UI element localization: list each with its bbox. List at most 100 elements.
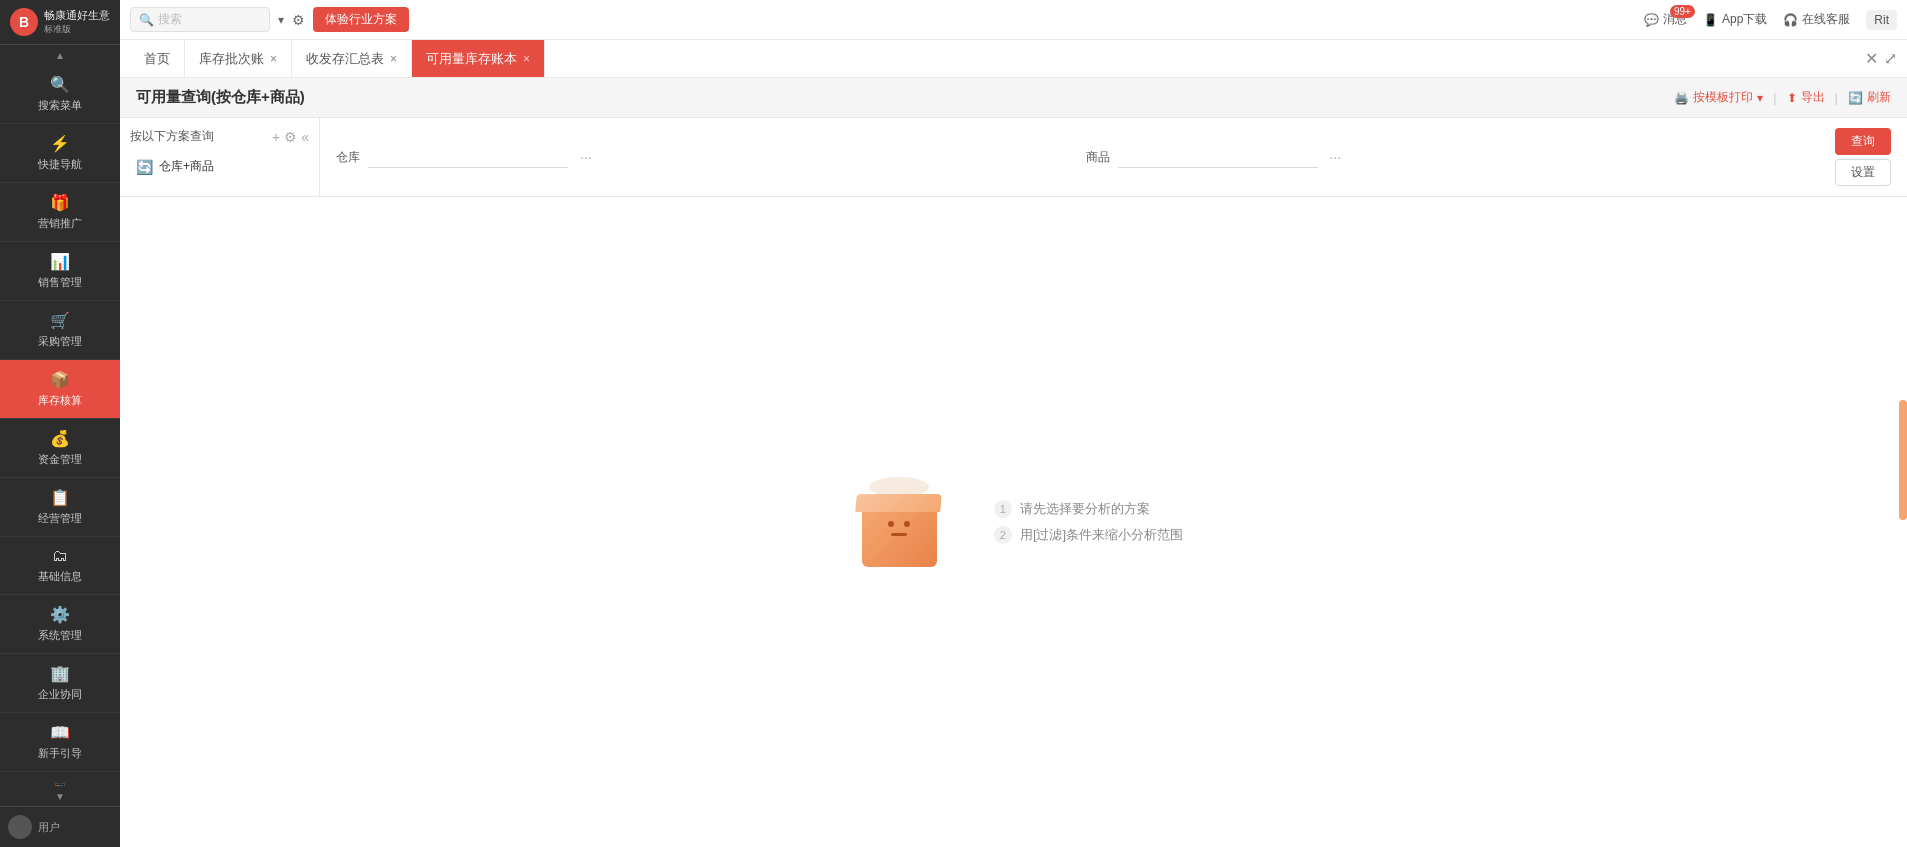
- topbar-search[interactable]: 🔍 搜索: [130, 7, 270, 32]
- page-header: 可用量查询(按仓库+商品) 🖨️ 按模板打印 ▾ | ⬆ 导出 | 🔄 刷新: [120, 78, 1907, 118]
- sales-icon: 📊: [50, 252, 70, 271]
- sidebar-item-finance[interactable]: 💰 资金管理: [0, 419, 120, 478]
- phone-icon: 📱: [1703, 13, 1718, 27]
- main-area: 🔍 搜索 ▾ ⚙ 体验行业方案 💬 消息 99+ 📱 App下载 🎧 在线客服 …: [120, 0, 1907, 847]
- msg-icon: 💬: [1644, 13, 1659, 27]
- filter-left-header: 按以下方案查询 + ⚙ «: [130, 128, 309, 145]
- filter-settings-btn[interactable]: ⚙: [284, 129, 297, 145]
- logo-text: 畅康通好生意: [44, 8, 110, 22]
- hint-text-2: 用[过滤]条件来缩小分析范围: [1020, 526, 1183, 544]
- warehouse-dots-btn[interactable]: ···: [580, 149, 592, 165]
- app-download-label: App下载: [1722, 11, 1767, 28]
- inventory-label: 库存核算: [38, 393, 82, 408]
- tab-receive_summary[interactable]: 收发存汇总表 ×: [292, 40, 412, 77]
- empty-hint: 1 请先选择要分析的方案 2 用[过滤]条件来缩小分析范围: [994, 500, 1183, 544]
- sidebar-item-marketing_promo[interactable]: 🎁 营销推广: [0, 183, 120, 242]
- tab-close-available_ledger[interactable]: ×: [523, 52, 530, 66]
- tab-label-available_ledger: 可用量库存账本: [426, 50, 517, 68]
- search-label: 搜索菜单: [38, 98, 82, 113]
- tab-label-home: 首页: [144, 50, 170, 68]
- export-btn[interactable]: ⬆ 导出: [1787, 89, 1825, 106]
- finance-icon: 💰: [50, 429, 70, 448]
- marketing_promo-icon: 🎁: [50, 193, 70, 212]
- sidebar-item-system[interactable]: ⚙️ 系统管理: [0, 595, 120, 654]
- topbar: 🔍 搜索 ▾ ⚙ 体验行业方案 💬 消息 99+ 📱 App下载 🎧 在线客服 …: [120, 0, 1907, 40]
- tab-batch_account[interactable]: 库存批次账 ×: [185, 40, 292, 77]
- sidebar-item-basic_info[interactable]: 🗂 基础信息: [0, 537, 120, 595]
- sidebar-item-purchase[interactable]: 🛒 采购管理: [0, 301, 120, 360]
- tab-close-receive_summary[interactable]: ×: [390, 52, 397, 66]
- sidebar-item-app_center[interactable]: 📱 应用中心: [0, 772, 120, 786]
- refresh-label: 刷新: [1867, 89, 1891, 106]
- tab-label-batch_account: 库存批次账: [199, 50, 264, 68]
- warehouse-label: 仓库: [336, 149, 360, 166]
- content-area: 可用量查询(按仓库+商品) 🖨️ 按模板打印 ▾ | ⬆ 导出 | 🔄 刷新: [120, 78, 1907, 847]
- filter-item-icon-warehouse_product: 🔄: [136, 159, 153, 175]
- industry-btn[interactable]: 体验行业方案: [313, 7, 409, 32]
- tabs-window-controls: ✕ ⤢: [1865, 49, 1907, 68]
- window-close-btn[interactable]: ✕: [1865, 49, 1878, 68]
- sidebar-scroll-down[interactable]: ▼: [0, 786, 120, 806]
- filter-warehouse-field: 仓库 ···: [336, 147, 1070, 168]
- refresh-btn[interactable]: 🔄 刷新: [1848, 89, 1891, 106]
- basic_info-icon: 🗂: [52, 547, 68, 565]
- empty-hint-2: 2 用[过滤]条件来缩小分析范围: [994, 526, 1183, 544]
- topbar-online-service[interactable]: 🎧 在线客服: [1783, 11, 1850, 28]
- search-icon: 🔍: [50, 75, 70, 94]
- filter-actions: + ⚙ «: [272, 129, 309, 145]
- tab-label-receive_summary: 收发存汇总表: [306, 50, 384, 68]
- sidebar-item-inventory[interactable]: 📦 库存核算: [0, 360, 120, 419]
- tab-close-batch_account[interactable]: ×: [270, 52, 277, 66]
- sidebar-scroll-up[interactable]: ▲: [0, 45, 120, 65]
- window-expand-btn[interactable]: ⤢: [1884, 49, 1897, 68]
- tab-home[interactable]: 首页: [130, 40, 185, 77]
- filter-action-btns: 查询 设置: [1835, 128, 1891, 186]
- filter-add-btn[interactable]: +: [272, 129, 280, 145]
- topbar-app-download[interactable]: 📱 App下载: [1703, 11, 1767, 28]
- chevron-down-icon: ▾: [1757, 91, 1763, 105]
- product-input[interactable]: [1118, 147, 1318, 168]
- topbar-msg[interactable]: 💬 消息 99+: [1644, 11, 1687, 28]
- topbar-gear[interactable]: ⚙: [292, 12, 305, 28]
- product-dots-btn[interactable]: ···: [1330, 149, 1342, 165]
- system-label: 系统管理: [38, 628, 82, 643]
- sidebar-item-sales[interactable]: 📊 销售管理: [0, 242, 120, 301]
- warehouse-input[interactable]: [368, 147, 568, 168]
- right-scrollbar[interactable]: [1899, 400, 1907, 520]
- shortcut-label: 快捷导航: [38, 157, 82, 172]
- sidebar-item-newbie[interactable]: 📖 新手引导: [0, 713, 120, 772]
- topbar-user[interactable]: Rit: [1866, 10, 1897, 30]
- hint-text-1: 请先选择要分析的方案: [1020, 500, 1150, 518]
- newbie-icon: 📖: [50, 723, 70, 742]
- sidebar-item-enterprise[interactable]: 🏢 企业协同: [0, 654, 120, 713]
- filter-item-warehouse_product[interactable]: 🔄 仓库+商品: [130, 153, 309, 180]
- filter-area: 按以下方案查询 + ⚙ « 🔄 仓库+商品 仓库 ···: [120, 118, 1907, 197]
- tabs-bar: 首页 库存批次账 × 收发存汇总表 × 可用量库存账本 × ✕ ⤢: [120, 40, 1907, 78]
- template-print-btn[interactable]: 🖨️ 按模板打印 ▾: [1674, 89, 1763, 106]
- filter-left-panel: 按以下方案查询 + ⚙ « 🔄 仓库+商品: [120, 118, 320, 196]
- msg-badge: 99+: [1670, 5, 1695, 18]
- filter-collapse-btn[interactable]: «: [301, 129, 309, 145]
- sidebar-item-search[interactable]: 🔍 搜索菜单: [0, 65, 120, 124]
- sidebar-items: 🔍 搜索菜单 ⚡ 快捷导航 🎁 营销推广 📊 销售管理 🛒 采购管理 📦 库存核…: [0, 65, 120, 786]
- query-btn[interactable]: 查询: [1835, 128, 1891, 155]
- topbar-right: 💬 消息 99+ 📱 App下载 🎧 在线客服 Rit: [1644, 10, 1897, 30]
- filter-header-label: 按以下方案查询: [130, 128, 214, 145]
- template-print-label: 按模板打印: [1693, 89, 1753, 106]
- print-icon: 🖨️: [1674, 91, 1689, 105]
- empty-state: 1 请先选择要分析的方案 2 用[过滤]条件来缩小分析范围: [120, 197, 1907, 847]
- purchase-icon: 🛒: [50, 311, 70, 330]
- product-label: 商品: [1086, 149, 1110, 166]
- topbar-dropdown[interactable]: ▾: [278, 13, 284, 27]
- enterprise-label: 企业协同: [38, 687, 82, 702]
- setting-btn[interactable]: 设置: [1835, 159, 1891, 186]
- sales-label: 销售管理: [38, 275, 82, 290]
- empty-hint-1: 1 请先选择要分析的方案: [994, 500, 1183, 518]
- sidebar-item-operations[interactable]: 📋 经营管理: [0, 478, 120, 537]
- sidebar-item-shortcut[interactable]: ⚡ 快捷导航: [0, 124, 120, 183]
- sidebar: B 畅康通好生意 标准版 ▲ 🔍 搜索菜单 ⚡ 快捷导航 🎁 营销推广 📊 销售…: [0, 0, 120, 847]
- inventory-icon: 📦: [50, 370, 70, 389]
- search-icon: 🔍: [139, 13, 154, 27]
- tab-available_ledger[interactable]: 可用量库存账本 ×: [412, 40, 545, 77]
- export-label: 导出: [1801, 89, 1825, 106]
